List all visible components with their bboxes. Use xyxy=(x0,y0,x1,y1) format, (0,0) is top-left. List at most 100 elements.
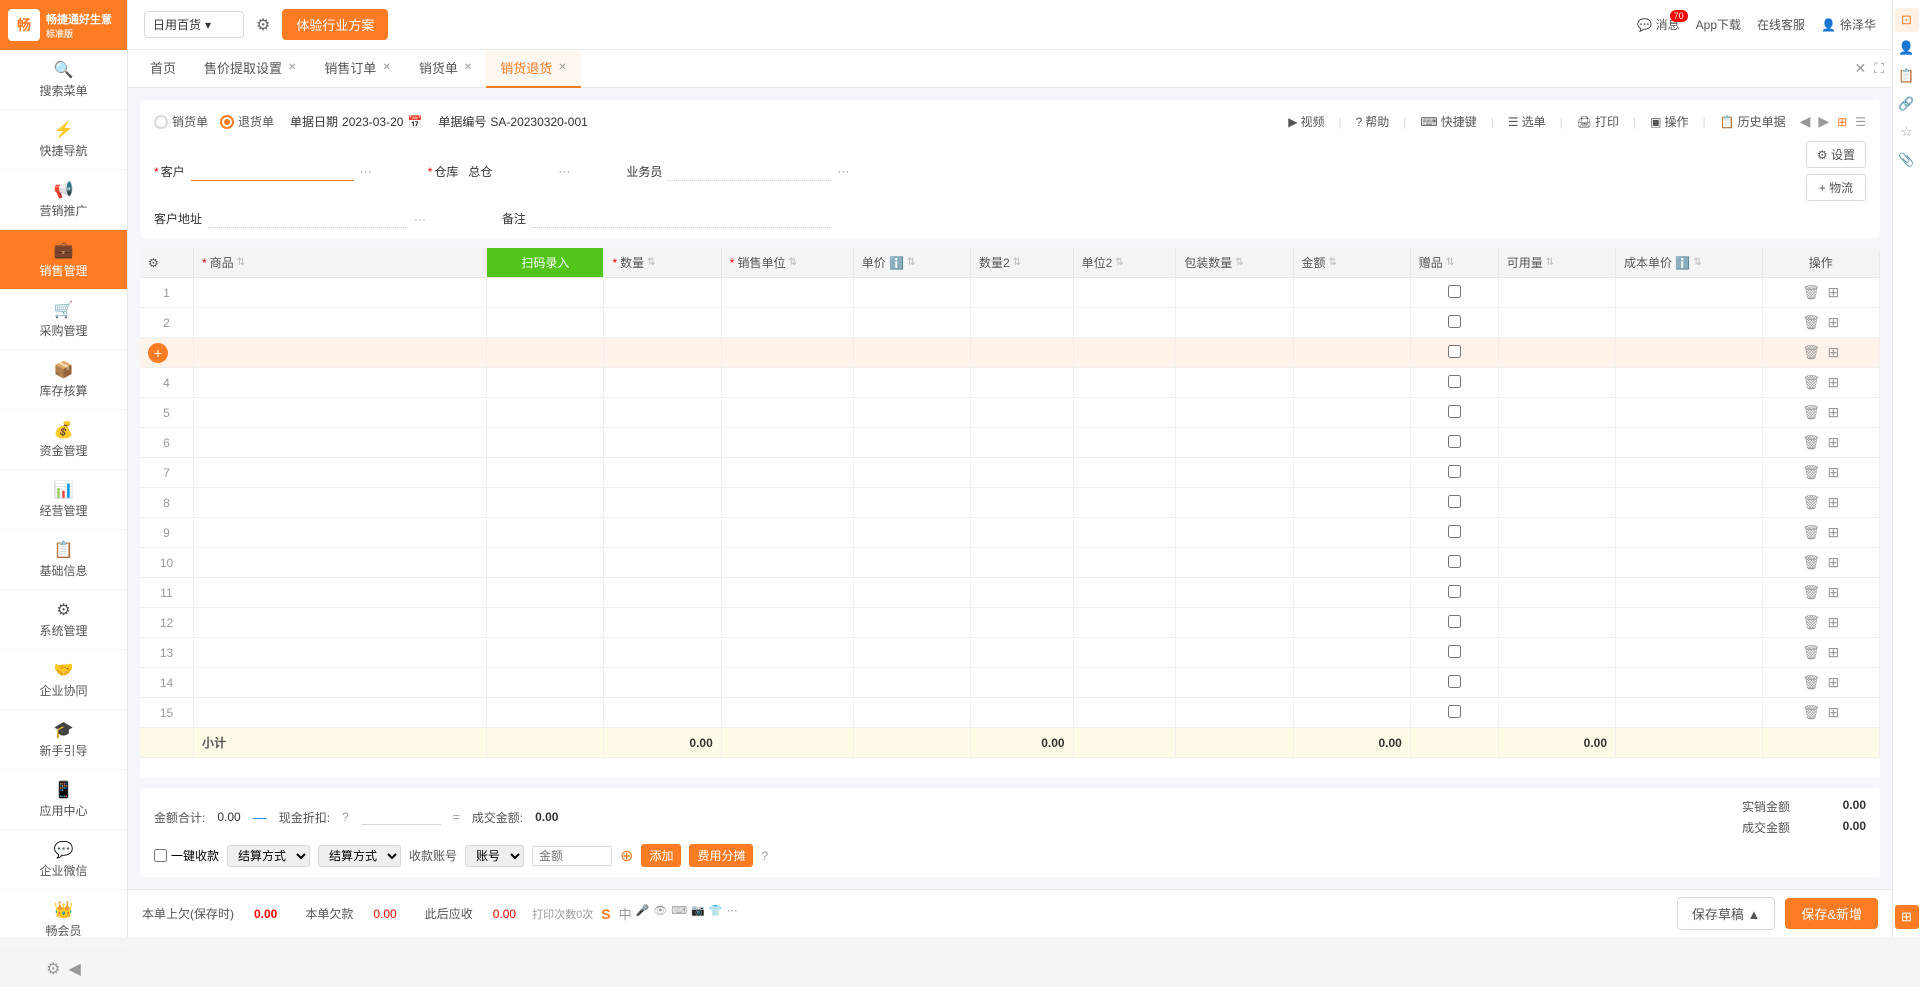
shortcuts-btn[interactable]: ⌨ 快捷键 xyxy=(1414,110,1482,133)
tab-close-3[interactable]: ✕ xyxy=(464,62,472,73)
settings-btn[interactable]: ⚙ 设置 xyxy=(1806,141,1866,168)
delete-btn-10[interactable]: 🗑 xyxy=(1800,552,1822,573)
save-draft-button[interactable]: 保存草稿 ▲ xyxy=(1677,897,1776,930)
customer-input[interactable] xyxy=(191,162,354,181)
save-new-button[interactable]: 保存&新增 xyxy=(1785,898,1878,929)
keyboard-icon[interactable]: ⌨ xyxy=(671,904,687,923)
expand-icon[interactable]: ⛶ xyxy=(1874,60,1884,77)
industry-select[interactable]: 日用百货 ▾ xyxy=(144,11,244,38)
trial-button[interactable]: 体验行业方案 xyxy=(282,9,388,40)
account-method-select[interactable]: 结算方式 xyxy=(227,845,310,867)
video-btn[interactable]: ▶ 视频 xyxy=(1282,110,1330,133)
gift-check-4[interactable] xyxy=(1448,375,1461,388)
gift-check-5[interactable] xyxy=(1448,405,1461,418)
list-view-icon[interactable]: ☰ xyxy=(1855,115,1866,129)
copy-btn-13[interactable]: ⊞ xyxy=(1826,642,1842,663)
gift-check-11[interactable] xyxy=(1448,585,1461,598)
gift-check-1[interactable] xyxy=(1448,285,1461,298)
right-panel-icon-4[interactable]: 🔗 xyxy=(1895,92,1919,116)
eye-icon[interactable]: 👁 xyxy=(653,904,667,923)
tab-close-2[interactable]: ✕ xyxy=(382,62,390,73)
sidebar-item-0[interactable]: 🔍搜索菜单 xyxy=(0,50,127,110)
next-record-icon[interactable]: ▶ xyxy=(1818,113,1829,130)
sidebar-item-7[interactable]: 📊经营管理 xyxy=(0,470,127,530)
gift-check-6[interactable] xyxy=(1448,435,1461,448)
gift-check-7[interactable] xyxy=(1448,465,1461,478)
customer-search-icon[interactable]: ··· xyxy=(360,164,372,178)
logistics-btn[interactable]: + 物流 xyxy=(1806,174,1866,201)
delete-btn-3[interactable]: 🗑 xyxy=(1800,342,1822,363)
sidebar-item-5[interactable]: 📦库存核算 xyxy=(0,350,127,410)
sidebar-settings-icon[interactable]: ⚙ xyxy=(46,959,60,979)
delete-btn-11[interactable]: 🗑 xyxy=(1800,582,1822,603)
sidebar-item-9[interactable]: ⚙系统管理 xyxy=(0,590,127,650)
input-method-icon[interactable]: 中 xyxy=(619,904,632,923)
grid-view-icon[interactable]: ⊞ xyxy=(1837,115,1847,129)
col-scan[interactable]: 扫码录入 xyxy=(487,248,604,278)
tab-close-4[interactable]: ✕ xyxy=(558,62,566,73)
shirt-icon[interactable]: 👕 xyxy=(709,904,723,923)
right-panel-icon-1[interactable]: ⊡ xyxy=(1895,8,1919,32)
expense-info-icon[interactable]: ? xyxy=(761,849,768,863)
copy-btn-6[interactable]: ⊞ xyxy=(1826,432,1842,453)
sidebar-item-13[interactable]: 💬企业微信 xyxy=(0,830,127,890)
gift-check-12[interactable] xyxy=(1448,615,1461,628)
goods-input-3[interactable] xyxy=(202,345,478,360)
delete-btn-7[interactable]: 🗑 xyxy=(1800,462,1822,483)
copy-btn-4[interactable]: ⊞ xyxy=(1826,372,1842,393)
delete-btn-1[interactable]: 🗑 xyxy=(1800,282,1822,303)
topbar-gear-icon[interactable]: ⚙ xyxy=(256,15,270,35)
copy-btn-9[interactable]: ⊞ xyxy=(1826,522,1842,543)
gift-check-14[interactable] xyxy=(1448,675,1461,688)
app-download-link[interactable]: App下载 xyxy=(1696,16,1741,33)
account-select[interactable]: 账号 xyxy=(465,845,524,867)
delete-btn-5[interactable]: 🗑 xyxy=(1800,402,1822,423)
delete-btn-15[interactable]: 🗑 xyxy=(1800,702,1822,723)
gift-check-9[interactable] xyxy=(1448,525,1461,538)
message-button[interactable]: 💬 消息 70 xyxy=(1637,16,1679,33)
online-service-link[interactable]: 在线客服 xyxy=(1757,16,1805,33)
tab-0[interactable]: 首页 xyxy=(136,50,190,88)
sidebar-item-14[interactable]: 👑畅会员 xyxy=(0,890,127,950)
address-input[interactable] xyxy=(208,209,408,228)
add-button[interactable]: 添加 xyxy=(641,844,681,867)
sidebar-item-10[interactable]: 🤝企业协同 xyxy=(0,650,127,710)
remark-input[interactable] xyxy=(532,209,832,228)
sidebar-item-4[interactable]: 🛒采购管理 xyxy=(0,290,127,350)
help-btn[interactable]: ? 帮助 xyxy=(1350,110,1396,133)
operation-btn[interactable]: ▣ 操作 xyxy=(1644,110,1694,133)
right-panel-icon-3[interactable]: 📋 xyxy=(1895,64,1919,88)
salesperson-search-icon[interactable]: ··· xyxy=(837,164,849,178)
address-search-icon[interactable]: ··· xyxy=(414,212,426,226)
copy-btn-5[interactable]: ⊞ xyxy=(1826,402,1842,423)
tab-3[interactable]: 销货单✕ xyxy=(405,50,486,88)
sidebar-item-12[interactable]: 📱应用中心 xyxy=(0,770,127,830)
calc-method-select[interactable]: 结算方式 xyxy=(318,845,401,867)
delete-btn-8[interactable]: 🗑 xyxy=(1800,492,1822,513)
salesperson-input[interactable] xyxy=(668,162,831,181)
warehouse-search-icon[interactable]: ··· xyxy=(558,164,570,178)
mic-icon[interactable]: 🎤 xyxy=(636,904,650,923)
copy-btn-10[interactable]: ⊞ xyxy=(1826,552,1842,573)
radio-return[interactable]: 退货单 xyxy=(220,113,274,130)
sidebar-collapse-icon[interactable]: ◀ xyxy=(69,959,81,979)
tab-close-1[interactable]: ✕ xyxy=(288,62,296,73)
gift-check-15[interactable] xyxy=(1448,705,1461,718)
print-btn[interactable]: 🖨 打印 xyxy=(1571,110,1625,133)
copy-btn-1[interactable]: ⊞ xyxy=(1826,282,1842,303)
add-row-btn[interactable]: + xyxy=(148,343,168,363)
copy-btn-7[interactable]: ⊞ xyxy=(1826,462,1842,483)
right-panel-icon-orange[interactable]: ⊞ xyxy=(1895,905,1919,929)
copy-btn-8[interactable]: ⊞ xyxy=(1826,492,1842,513)
delete-btn-13[interactable]: 🗑 xyxy=(1800,642,1822,663)
delete-btn-4[interactable]: 🗑 xyxy=(1800,372,1822,393)
gift-check-10[interactable] xyxy=(1448,555,1461,568)
copy-btn-12[interactable]: ⊞ xyxy=(1826,612,1842,633)
right-panel-icon-2[interactable]: 👤 xyxy=(1895,36,1919,60)
tab-1[interactable]: 售价提取设置✕ xyxy=(190,50,310,88)
delete-btn-2[interactable]: 🗑 xyxy=(1800,312,1822,333)
delete-btn-6[interactable]: 🗑 xyxy=(1800,432,1822,453)
gift-check-3[interactable] xyxy=(1448,345,1461,358)
sidebar-item-3[interactable]: 💼销售管理 xyxy=(0,230,127,290)
copy-btn-15[interactable]: ⊞ xyxy=(1826,702,1842,723)
